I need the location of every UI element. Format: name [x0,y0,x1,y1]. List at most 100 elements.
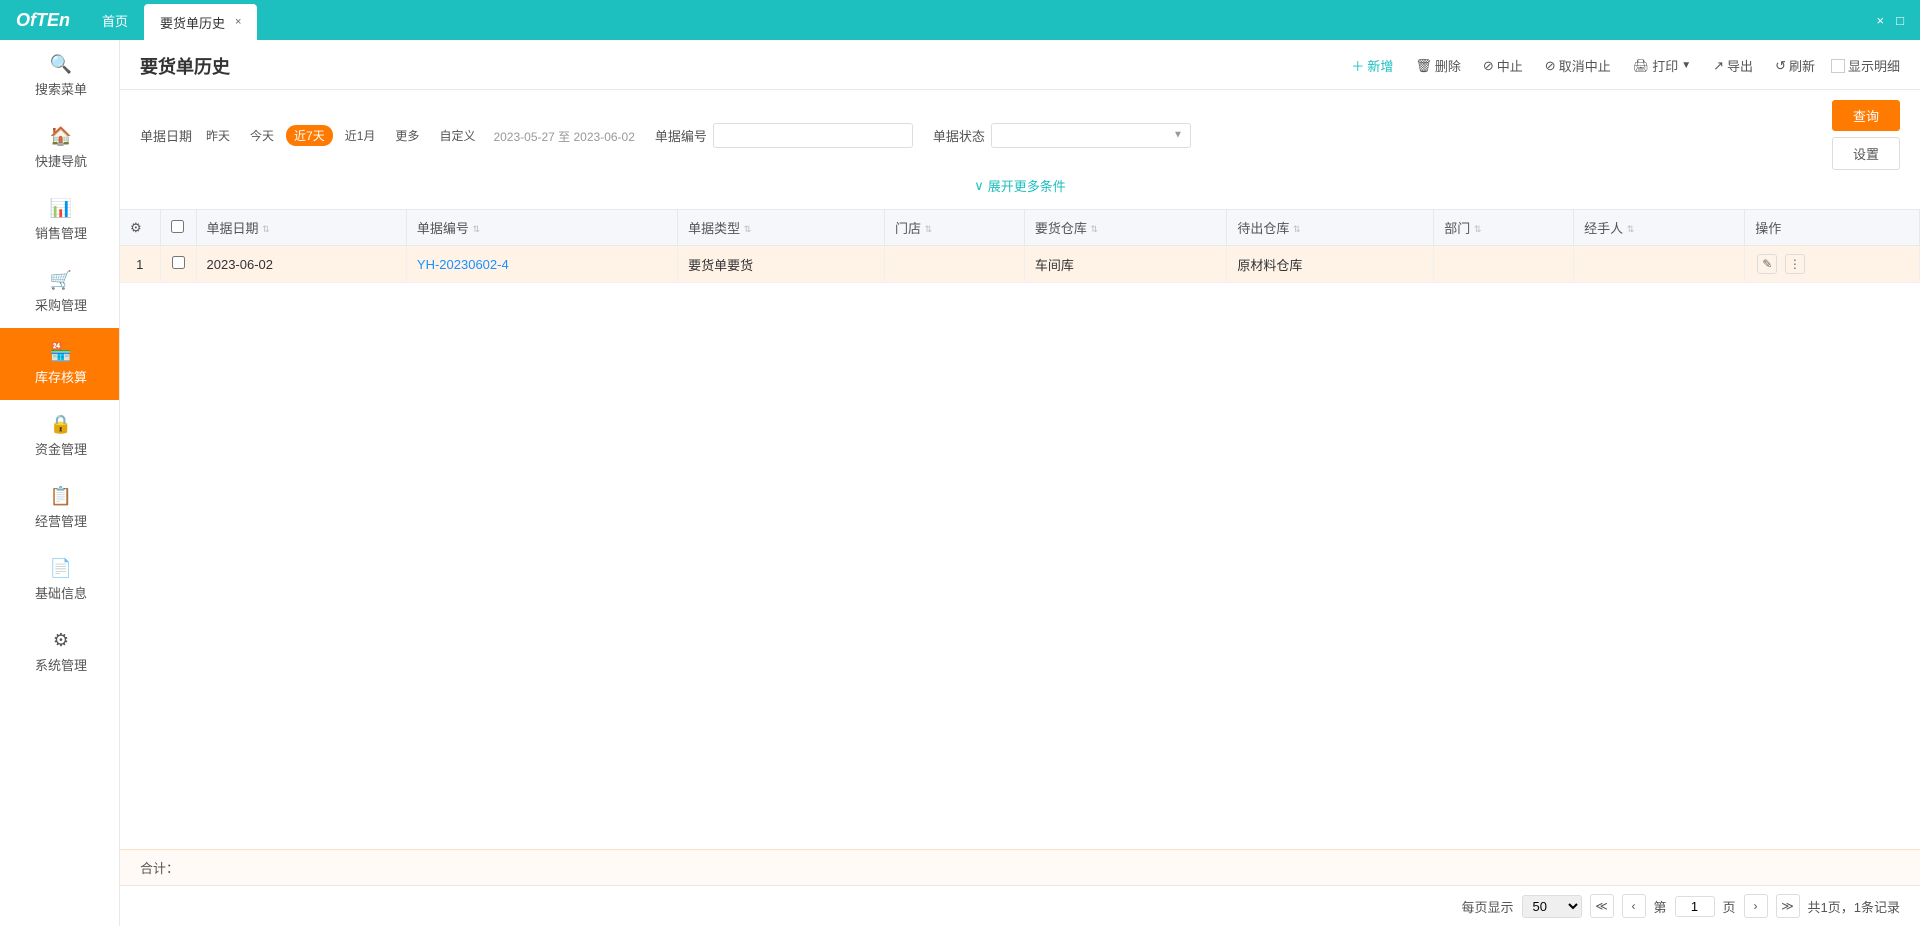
refresh-button[interactable]: ↺ 刷新 [1769,52,1821,79]
page-label: 页 [1723,897,1736,916]
table-area: ⚙ 单据日期 ⇅ 单据编号 ⇅ [120,210,1920,849]
display-cell-toggle[interactable]: 显示明细 [1831,56,1900,75]
delete-button[interactable]: 🗑 删除 [1409,52,1467,79]
th-req-warehouse[interactable]: 要货仓库 ⇅ [1024,210,1226,246]
sidebar-item-purchase[interactable]: 🛒 采购管理 [0,256,119,328]
row-edit-icon[interactable]: ✎ [1757,254,1777,274]
th-pending-warehouse[interactable]: 待出仓库 ⇅ [1227,210,1434,246]
th-checkbox[interactable] [160,210,196,246]
inventory-icon: 🏪 [50,342,72,363]
sort-icon-doctype: ⇅ [744,224,752,234]
sort-icon-date: ⇅ [262,224,270,234]
date-pill-1month[interactable]: 近1月 [337,125,384,146]
header-row: ⚙ 单据日期 ⇅ 单据编号 ⇅ [120,210,1920,246]
date-pill-custom[interactable]: 自定义 [431,125,483,146]
query-button[interactable]: 查询 [1832,100,1900,131]
summary-bar: 合计： [120,849,1920,885]
sidebar-item-label: 经营管理 [35,511,87,530]
add-label: 新增 [1367,56,1393,75]
docno-link[interactable]: YH-20230602-4 [417,257,509,272]
date-pill-more[interactable]: 更多 [387,125,427,146]
finance-icon: 🔒 [50,414,72,435]
cell-op: ✎ ⋮ [1745,246,1920,283]
sidebar-item-operations[interactable]: 📋 经营管理 [0,472,119,544]
sidebar-item-system[interactable]: ⚙ 系统管理 [0,616,119,688]
home-icon: 🏠 [50,126,72,147]
sidebar-item-label: 系统管理 [35,655,87,674]
sidebar-item-inventory[interactable]: 🏪 库存核算 [0,328,119,400]
page-number-input[interactable]: 1 [1675,896,1715,917]
tab-home[interactable]: 首页 [86,0,144,40]
date-pill-yesterday[interactable]: 昨天 [198,125,238,146]
page-last-button[interactable]: ≫ [1776,894,1800,918]
docno-filter-input[interactable] [713,123,913,148]
refresh-label: 刷新 [1789,56,1815,75]
th-docno-label: 单据编号 [417,221,469,236]
cell-num: 1 [120,246,160,283]
summary-label: 合计： [140,861,179,876]
stop-label: 中止 [1497,56,1523,75]
setting-button[interactable]: 设置 [1832,137,1900,170]
window-maximize-icon[interactable]: □ [1896,13,1904,28]
docno-filter-label: 单据编号 [655,126,707,145]
sidebar-item-sales[interactable]: 📊 销售管理 [0,184,119,256]
export-button[interactable]: ↗ 导出 [1707,52,1759,79]
stop-button[interactable]: ⊘ 中止 [1477,52,1529,79]
page-size-select[interactable]: 50 20 100 [1522,895,1582,918]
th-pending-warehouse-label: 待出仓库 [1237,221,1289,236]
sidebar-item-finance[interactable]: 🔒 资金管理 [0,400,119,472]
page-title: 要货单历史 [140,53,230,79]
sort-icon-docno: ⇅ [473,224,481,234]
settings-icon: ⚙ [130,220,142,235]
th-operations-label: 操作 [1755,221,1781,236]
window-close-icon[interactable]: × [1877,13,1885,28]
sidebar-item-label: 基础信息 [35,583,87,602]
cancel-stop-label: 取消中止 [1559,56,1611,75]
page-first-button[interactable]: ≪ [1590,894,1614,918]
sidebar-item-quick-nav[interactable]: 🏠 快捷导航 [0,112,119,184]
sidebar-item-basic-info[interactable]: 📄 基础信息 [0,544,119,616]
th-store[interactable]: 门店 ⇅ [884,210,1024,246]
cell-checkbox[interactable] [160,246,196,283]
page-prev-button[interactable]: ‹ [1622,894,1646,918]
th-settings[interactable]: ⚙ [120,210,160,246]
th-date[interactable]: 单据日期 ⇅ [196,210,406,246]
date-pill-7days[interactable]: 近7天 [286,125,333,146]
row-more-icon[interactable]: ⋮ [1785,254,1805,274]
th-handler[interactable]: 经手人 ⇅ [1574,210,1745,246]
status-filter-select[interactable] [991,123,1191,148]
top-bar-right: × □ [1877,13,1920,28]
th-req-warehouse-label: 要货仓库 [1035,221,1087,236]
date-range-text: 2023-05-27 至 2023-06-02 [493,128,634,145]
content-area: 要货单历史 ＋ 新增 🗑 删除 ⊘ 中止 ⊘ [120,40,1920,926]
refresh-icon: ↺ [1775,58,1786,74]
gear-icon: ⚙ [53,630,69,651]
sidebar-item-label: 库存核算 [35,367,87,386]
th-date-label: 单据日期 [207,221,259,236]
cell-department [1434,246,1574,283]
sidebar-item-search-menu[interactable]: 🔍 搜索菜单 [0,40,119,112]
add-button[interactable]: ＋ 新增 [1345,52,1399,79]
th-doctype[interactable]: 单据类型 ⇅ [678,210,885,246]
cancel-stop-button[interactable]: ⊘ 取消中止 [1539,52,1617,79]
page-next-button[interactable]: › [1744,894,1768,918]
print-button[interactable]: 🖨 打印 ▼ [1627,52,1697,79]
th-docno[interactable]: 单据编号 ⇅ [406,210,677,246]
page-size-label: 每页显示 [1461,897,1513,916]
add-icon: ＋ [1351,56,1364,75]
date-pill-today[interactable]: 今天 [242,125,282,146]
cell-pending-warehouse: 原材料仓库 [1227,246,1434,283]
docno-filter-group: 单据编号 [655,123,913,148]
tab-close-icon[interactable]: × [235,16,241,28]
tab-requisition-history[interactable]: 要货单历史 × [144,4,257,40]
stop-icon: ⊘ [1483,58,1494,74]
select-all-checkbox[interactable] [171,220,184,233]
table-row[interactable]: 1 2023-06-02 YH-20230602-4 要货单要货 车间库 原材料… [120,246,1920,283]
brand-logo: OfTEn [0,10,86,31]
expand-more-button[interactable]: ∨ 展开更多条件 [140,170,1900,199]
row-checkbox[interactable] [172,256,185,269]
sidebar: 🔍 搜索菜单 🏠 快捷导航 📊 销售管理 🛒 采购管理 🏪 库存核算 🔒 资金管… [0,40,120,926]
export-label: 导出 [1727,56,1753,75]
doc-icon: 📄 [50,558,72,579]
th-department[interactable]: 部门 ⇅ [1434,210,1574,246]
